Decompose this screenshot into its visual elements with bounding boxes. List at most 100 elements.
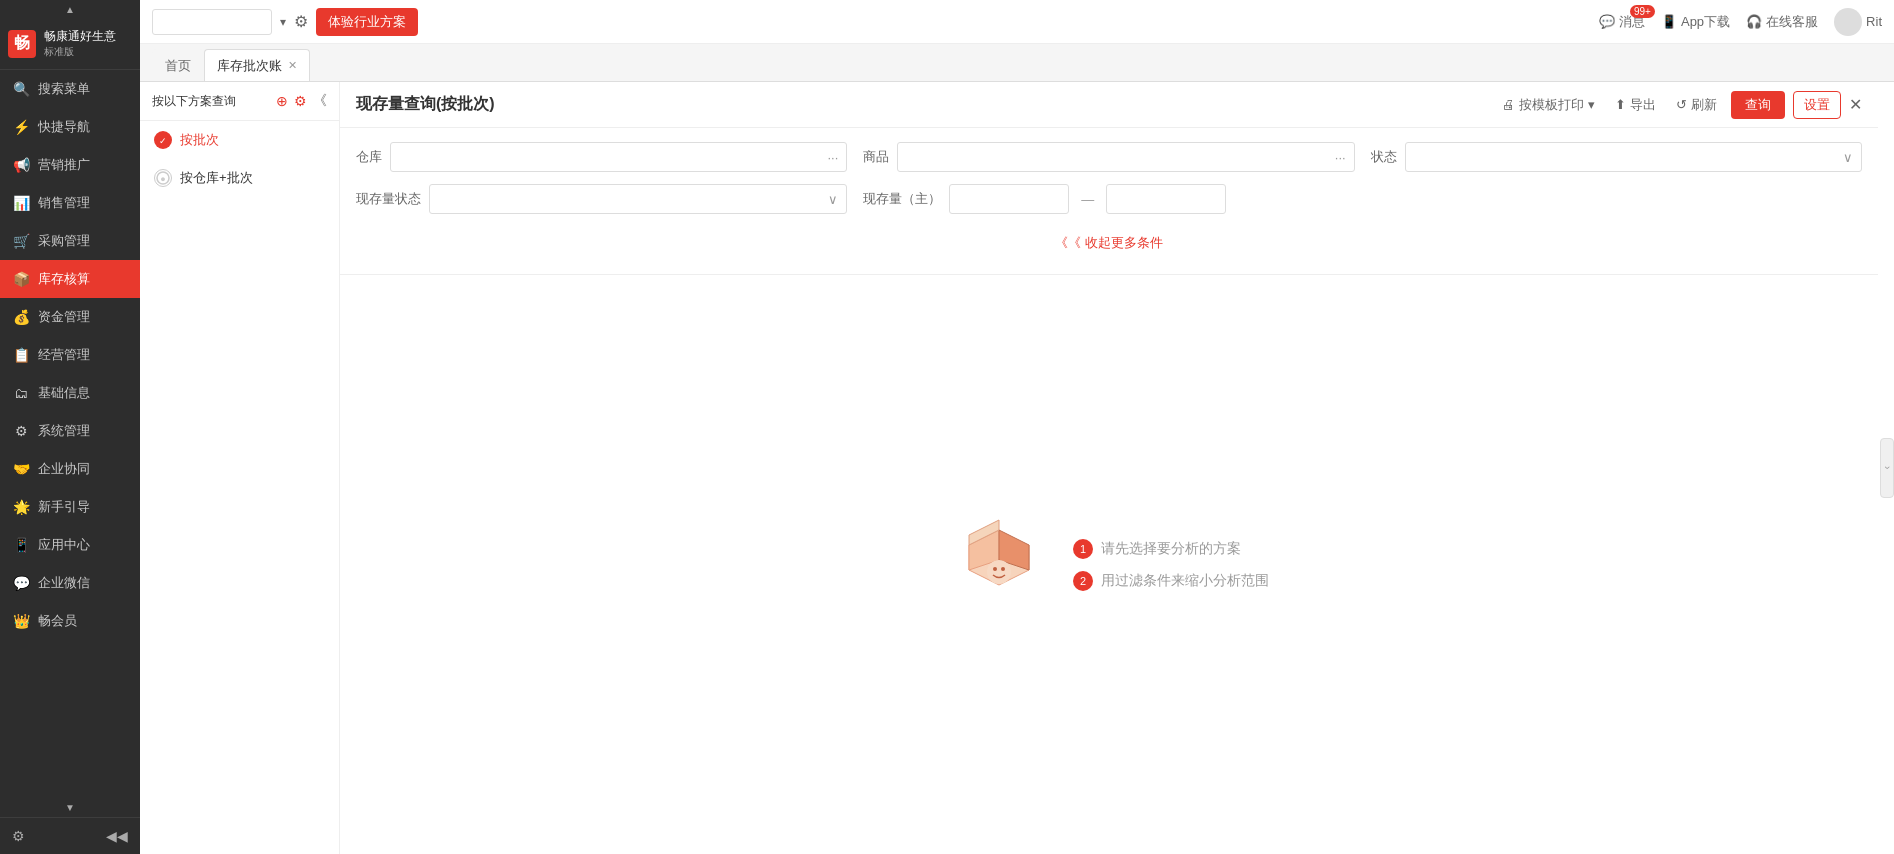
status-label: 状态 xyxy=(1371,148,1397,166)
right-scroll-btn[interactable]: › xyxy=(1880,438,1894,498)
app-title: 畅康通好生意 xyxy=(44,29,116,45)
sidebar-item-system[interactable]: ⚙ 系统管理 xyxy=(0,412,140,450)
online-service-btn[interactable]: 🎧 在线客服 xyxy=(1746,13,1818,31)
app-logo: 畅 xyxy=(8,30,36,58)
tip-text-2: 用过滤条件来缩小分析范围 xyxy=(1101,572,1269,590)
sidebar-item-collab[interactable]: 🤝 企业协同 xyxy=(0,450,140,488)
sales-icon: 📊 xyxy=(12,195,30,211)
sidebar-item-newguide[interactable]: 🌟 新手引导 xyxy=(0,488,140,526)
collab-icon: 🤝 xyxy=(12,461,30,477)
sidebar-label-marketing: 营销推广 xyxy=(38,156,90,174)
left-panel-header: 按以下方案查询 ⊕ ⚙ 《 xyxy=(140,82,339,121)
right-panel: 现存量查询(按批次) 🖨 按模板打印 ▾ ⬆ 导出 ↺ 刷新 xyxy=(340,82,1878,854)
scheme-active-icon: ✓ xyxy=(154,131,172,149)
topbar-search-input[interactable] xyxy=(152,9,272,35)
stock-status-select[interactable]: ∨ xyxy=(429,184,847,214)
appstore-icon: 📱 xyxy=(12,537,30,553)
topbar: ▾ ⚙ 体验行业方案 💬 消息 99+ 📱 App下载 🎧 在线客服 Rit xyxy=(140,0,1894,44)
left-panel-title: 按以下方案查询 xyxy=(152,93,270,110)
export-icon: ⬆ xyxy=(1615,97,1626,112)
svg-text:✓: ✓ xyxy=(159,136,167,146)
collapse-panel-btn[interactable]: 《 xyxy=(313,92,327,110)
app-download-label: App下载 xyxy=(1681,13,1730,31)
close-right-panel-btn[interactable]: ✕ xyxy=(1849,95,1862,114)
topbar-gear-btn[interactable]: ⚙ xyxy=(294,12,308,31)
sidebar-item-business[interactable]: 📋 经营管理 xyxy=(0,336,140,374)
sidebar-scroll-up[interactable]: ▲ xyxy=(0,0,140,19)
tip-num-1: 1 xyxy=(1073,539,1093,559)
sidebar-label-sales: 销售管理 xyxy=(38,194,90,212)
product-input[interactable]: ··· xyxy=(897,142,1354,172)
msg-btn[interactable]: 💬 消息 99+ xyxy=(1599,13,1645,31)
print-dropdown-icon: ▾ xyxy=(1588,97,1595,112)
refresh-btn[interactable]: ↺ 刷新 xyxy=(1670,92,1723,118)
tab-home[interactable]: 首页 xyxy=(152,49,204,81)
collapse-more-btn[interactable]: 《《 收起更多条件 xyxy=(356,226,1862,260)
status-chevron: ∨ xyxy=(1843,150,1853,165)
settings-btn[interactable]: 设置 xyxy=(1793,91,1841,119)
stock-qty-max-input[interactable] xyxy=(1106,184,1226,214)
tab-inventory-batch[interactable]: 库存批次账 ✕ xyxy=(204,49,310,81)
sidebar-item-basic[interactable]: 🗂 基础信息 xyxy=(0,374,140,412)
product-dots: ··· xyxy=(1335,150,1346,165)
sidebar-scroll-down[interactable]: ▼ xyxy=(0,798,140,817)
sidebar-item-member[interactable]: 👑 畅会员 xyxy=(0,602,140,640)
quicknav-icon: ⚡ xyxy=(12,119,30,135)
trial-button[interactable]: 体验行业方案 xyxy=(316,8,418,36)
filter-row-2: 现存量状态 ∨ 现存量（主） — xyxy=(356,184,1862,214)
app-download-icon: 📱 xyxy=(1661,14,1677,29)
topbar-dropdown-btn[interactable]: ▾ xyxy=(280,15,286,29)
sidebar-footer: ⚙ ◀◀ xyxy=(0,817,140,854)
svg-point-8 xyxy=(987,560,1011,584)
sidebar-item-inventory[interactable]: 📦 库存核算 xyxy=(0,260,140,298)
add-scheme-btn[interactable]: ⊕ xyxy=(276,93,288,109)
print-template-btn[interactable]: 🖨 按模板打印 ▾ xyxy=(1496,92,1601,118)
empty-state: 1 请先选择要分析的方案 2 用过滤条件来缩小分析范围 xyxy=(340,275,1878,854)
scheme-by-batch-label: 按批次 xyxy=(180,131,219,149)
sidebar-label-wechat: 企业微信 xyxy=(38,574,90,592)
sidebar-item-finance[interactable]: 💰 资金管理 xyxy=(0,298,140,336)
filter-stock-status: 现存量状态 ∨ xyxy=(356,184,847,214)
filter-area: 仓库 ··· 商品 ··· 状态 ∨ xyxy=(340,128,1878,275)
sidebar-item-purchase[interactable]: 🛒 采购管理 xyxy=(0,222,140,260)
scheme-item-by-warehouse-batch[interactable]: ● 按仓库+批次 xyxy=(140,159,339,197)
sidebar-header: 畅 畅康通好生意 标准版 xyxy=(0,19,140,70)
warehouse-input[interactable]: ··· xyxy=(390,142,847,172)
settings-label: 设置 xyxy=(1804,96,1830,114)
collapse-up-icon: 《《 xyxy=(1055,234,1081,252)
content-area: 按以下方案查询 ⊕ ⚙ 《 ✓ 按批次 ● 按仓库+批次 现 xyxy=(140,82,1894,854)
service-label: 在线客服 xyxy=(1766,13,1818,31)
status-select[interactable]: ∨ xyxy=(1405,142,1862,172)
sidebar-item-search[interactable]: 🔍 搜索菜单 xyxy=(0,70,140,108)
filter-warehouse: 仓库 ··· xyxy=(356,142,847,172)
sidebar-item-quicknav[interactable]: ⚡ 快捷导航 xyxy=(0,108,140,146)
sidebar-item-sales[interactable]: 📊 销售管理 xyxy=(0,184,140,222)
sidebar-label-system: 系统管理 xyxy=(38,422,90,440)
scheme-settings-btn[interactable]: ⚙ xyxy=(294,93,307,109)
stock-qty-label: 现存量（主） xyxy=(863,190,941,208)
sidebar-label-business: 经营管理 xyxy=(38,346,90,364)
empty-tip-1: 1 请先选择要分析的方案 xyxy=(1073,539,1269,559)
tip-text-1: 请先选择要分析的方案 xyxy=(1101,540,1241,558)
settings-footer-btn[interactable]: ⚙ xyxy=(12,828,25,844)
collapse-label: 收起更多条件 xyxy=(1085,234,1163,252)
tab-close-btn[interactable]: ✕ xyxy=(288,59,297,72)
sidebar-item-appstore[interactable]: 📱 应用中心 xyxy=(0,526,140,564)
business-icon: 📋 xyxy=(12,347,30,363)
export-btn[interactable]: ⬆ 导出 xyxy=(1609,92,1662,118)
left-panel: 按以下方案查询 ⊕ ⚙ 《 ✓ 按批次 ● 按仓库+批次 xyxy=(140,82,340,854)
sidebar-label-member: 畅会员 xyxy=(38,612,77,630)
stock-status-label: 现存量状态 xyxy=(356,190,421,208)
empty-tips: 1 请先选择要分析的方案 2 用过滤条件来缩小分析范围 xyxy=(1073,539,1269,591)
sidebar-item-wechat[interactable]: 💬 企业微信 xyxy=(0,564,140,602)
collapse-sidebar-btn[interactable]: ◀◀ xyxy=(106,828,128,844)
sidebar-label-inventory: 库存核算 xyxy=(38,270,90,288)
stock-qty-min-input[interactable] xyxy=(949,184,1069,214)
print-label: 按模板打印 xyxy=(1519,96,1584,114)
scheme-item-by-batch[interactable]: ✓ 按批次 xyxy=(140,121,339,159)
app-download-btn[interactable]: 📱 App下载 xyxy=(1661,13,1730,31)
user-area[interactable]: Rit xyxy=(1834,8,1882,36)
query-btn[interactable]: 查询 xyxy=(1731,91,1785,119)
main-area: ▾ ⚙ 体验行业方案 💬 消息 99+ 📱 App下载 🎧 在线客服 Rit xyxy=(140,0,1894,854)
sidebar-item-marketing[interactable]: 📢 营销推广 xyxy=(0,146,140,184)
